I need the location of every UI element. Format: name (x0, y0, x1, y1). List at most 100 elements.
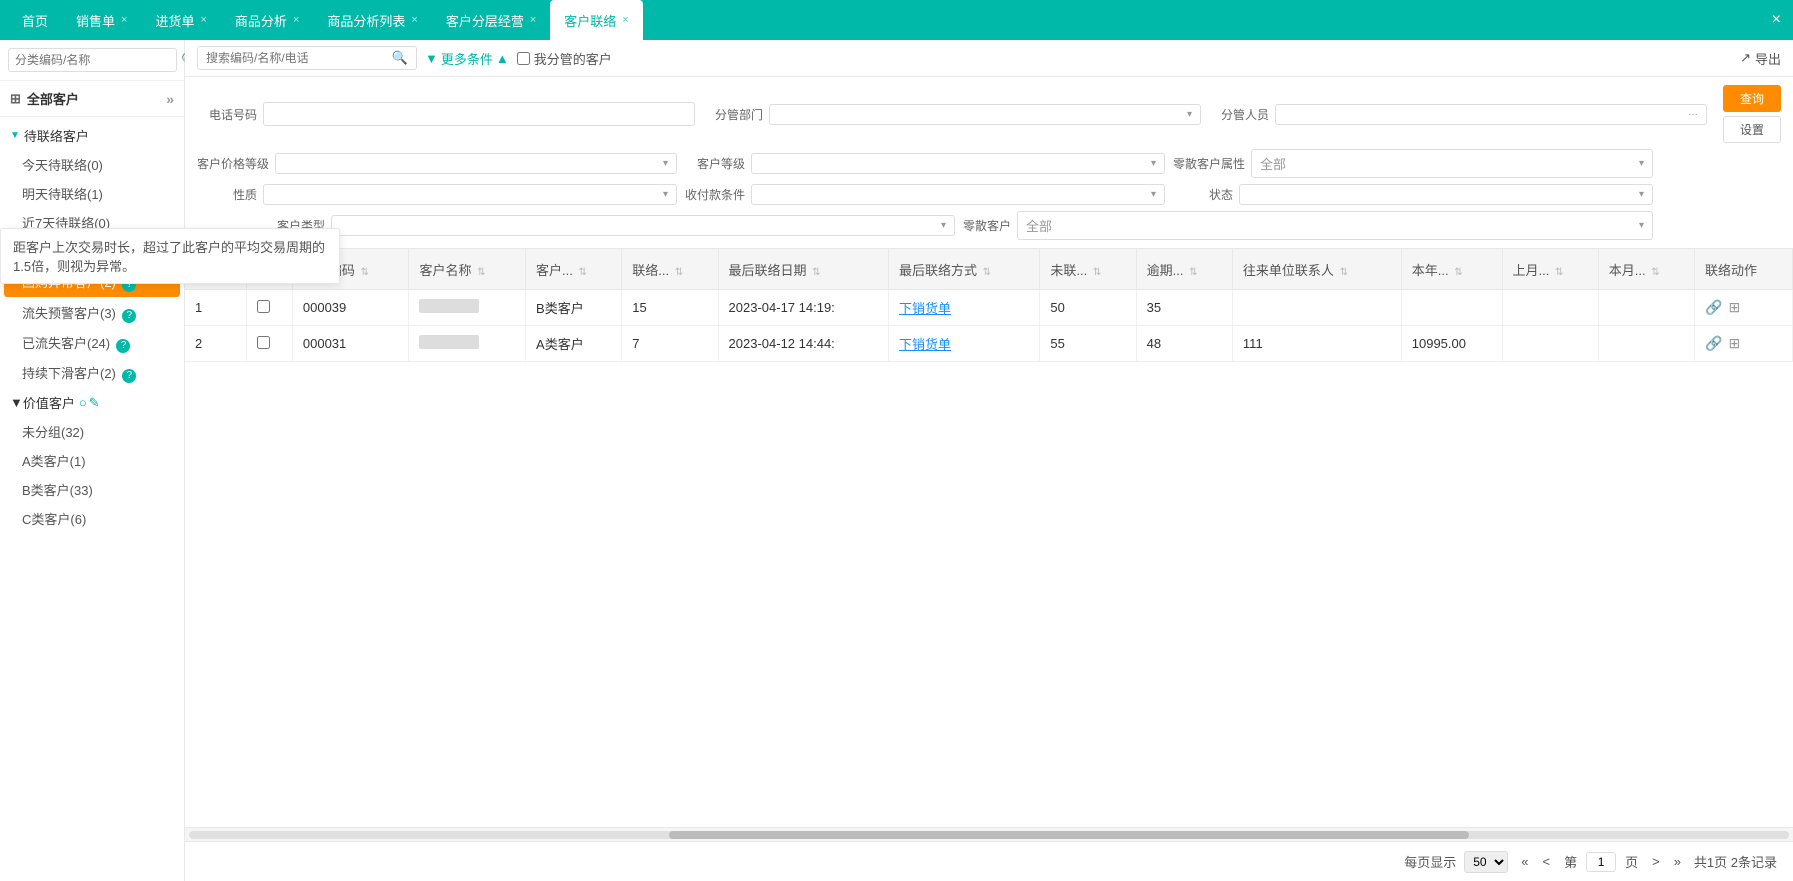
col-this-month-sort[interactable]: ⇅ (1651, 267, 1659, 278)
sidebar-item-churn-warning[interactable]: 流失预警客户(3) ? (0, 298, 184, 328)
price-level-select[interactable]: ▾ (275, 153, 677, 174)
col-uncontact-sort[interactable]: ⇅ (1093, 267, 1101, 278)
export-btn[interactable]: ↗ 导出 (1740, 49, 1781, 68)
col-this-year-sort[interactable]: ⇅ (1454, 267, 1462, 278)
table-row: 1 000039 B类客户 15 2023-04-17 14:19: 下销货单 … (185, 290, 1793, 326)
pending-group-label: 待联络客户 (24, 126, 89, 145)
nav-item-customer-tier[interactable]: 客户分层经营 × (432, 0, 550, 40)
nav-label-customer-contact: 客户联络 (564, 11, 616, 30)
col-overdue-sort[interactable]: ⇅ (1189, 267, 1197, 278)
action-link-icon[interactable]: 🔗 (1705, 299, 1722, 316)
person-select[interactable]: ··· (1275, 104, 1707, 125)
col-contact-person-sort[interactable]: ⇅ (1340, 267, 1348, 278)
filter-person: 分管人员 ··· (1209, 104, 1707, 125)
nav-close-product-list[interactable]: × (411, 14, 417, 26)
row-checkbox[interactable] (247, 326, 293, 362)
nav-close-product-analysis[interactable]: × (293, 14, 299, 26)
retail-customer-select[interactable]: 全部 ▾ (1017, 211, 1653, 240)
filter-row-4: ... 客户类型 ▾ 零散客户 全部 ▾ (197, 211, 1781, 240)
action-menu-icon[interactable]: ⊞ (1728, 299, 1740, 316)
col-type-sort[interactable]: ⇅ (579, 267, 587, 278)
prev-page-btn[interactable]: < (1537, 852, 1555, 871)
horizontal-scrollbar[interactable] (185, 827, 1793, 841)
col-contact-sort[interactable]: ⇅ (675, 267, 683, 278)
last-page-btn[interactable]: » (1669, 852, 1686, 871)
nav-close-customer-tier[interactable]: × (530, 14, 536, 26)
sidebar-item-churned[interactable]: 已流失客户(24) ? (0, 328, 184, 358)
row-code: 000039 (292, 290, 409, 326)
nav-item-sales[interactable]: 销售单 × (62, 0, 141, 40)
phone-input[interactable] (263, 102, 695, 126)
action-link-icon[interactable]: 🔗 (1705, 335, 1722, 352)
sidebar-value-group[interactable]: ▼ 价值客户 ○ ✎ (0, 388, 184, 417)
nav-item-product-analysis[interactable]: 商品分析 × (221, 0, 313, 40)
value-group-add-icon[interactable]: ✎ (89, 395, 100, 411)
page-nav: « < 第 页 > » (1516, 850, 1686, 873)
filter-phone: 电话号码 (197, 102, 695, 126)
sidebar-search-input[interactable] (8, 48, 177, 72)
query-btn[interactable]: 查询 (1723, 85, 1781, 112)
row-actions: 🔗 ⊞ (1695, 326, 1793, 362)
gender-select[interactable]: ▾ (263, 184, 677, 205)
col-name-sort[interactable]: ⇅ (477, 267, 485, 278)
search-box: 🔍 (197, 46, 417, 70)
last-method-link[interactable]: 下销货单 (899, 337, 951, 352)
per-page-select[interactable]: 50 (1464, 851, 1508, 873)
col-last-method-sort[interactable]: ⇅ (983, 267, 991, 278)
page-number-input[interactable] (1586, 852, 1616, 872)
nav-close-purchase[interactable]: × (200, 14, 206, 26)
declining-info-icon[interactable]: ? (122, 369, 136, 383)
dept-select[interactable]: ▾ (769, 104, 1201, 125)
row-checkbox[interactable] (247, 290, 293, 326)
settings-btn[interactable]: 设置 (1723, 116, 1781, 143)
nav-item-customer-contact[interactable]: 客户联络 × (550, 0, 642, 40)
sidebar-all-customers-header[interactable]: ⊞ 全部客户 » (0, 81, 184, 117)
nav-close-sales[interactable]: × (121, 14, 127, 26)
sidebar-collapse-btn[interactable]: » (166, 91, 174, 107)
col-contact-count-label: 联络... (632, 263, 669, 278)
churned-info-icon[interactable]: ? (116, 339, 130, 353)
col-last-date-sort[interactable]: ⇅ (812, 267, 820, 278)
customer-type-select[interactable]: ▾ (331, 215, 955, 236)
next-page-btn[interactable]: > (1647, 852, 1665, 871)
action-menu-icon[interactable]: ⊞ (1728, 335, 1740, 352)
value-group-edit-icon[interactable]: ○ (79, 395, 87, 410)
last-method-link[interactable]: 下销货单 (899, 301, 951, 316)
payment-select[interactable]: ▾ (751, 184, 1165, 205)
churn-warning-info-icon[interactable]: ? (122, 309, 136, 323)
sidebar-item-declining[interactable]: 持续下滑客户(2) ? (0, 358, 184, 388)
first-page-btn[interactable]: « (1516, 852, 1533, 871)
sidebar-item-tomorrow[interactable]: 明天待联络(1) (0, 179, 184, 208)
nav-item-home[interactable]: 首页 (8, 0, 62, 40)
nav-item-product-list[interactable]: 商品分析列表 × (313, 0, 431, 40)
filter-buttons: 查询 设置 (1715, 85, 1781, 143)
nav-item-purchase[interactable]: 进货单 × (141, 0, 220, 40)
row-type: B类客户 (526, 290, 622, 326)
filter-row-1: 电话号码 分管部门 ▾ 分管人员 ··· (197, 85, 1781, 143)
retail-attr-select[interactable]: 全部 ▾ (1251, 149, 1653, 178)
scrollbar-thumb[interactable] (669, 831, 1469, 839)
pending-arrow-icon: ▼ (10, 130, 20, 141)
sidebar-item-type-c[interactable]: C类客户(6) (0, 504, 184, 533)
page-unit: 页 (1620, 850, 1643, 873)
filter-gender: 性质 ▾ (197, 184, 677, 205)
col-last-month-sort[interactable]: ⇅ (1555, 267, 1563, 278)
sidebar-pending-group[interactable]: ▼ 待联络客户 (0, 121, 184, 150)
more-conditions-btn[interactable]: ▼ 更多条件 ▲ (425, 49, 509, 68)
col-code-sort[interactable]: ⇅ (361, 267, 369, 278)
status-select[interactable]: ▾ (1239, 184, 1653, 205)
sidebar-item-type-a[interactable]: A类客户(1) (0, 446, 184, 475)
search-input[interactable] (206, 51, 392, 65)
sidebar-item-type-b[interactable]: B类客户(33) (0, 475, 184, 504)
toolbar-search-icon[interactable]: 🔍 (392, 50, 408, 66)
nav-label-product-analysis: 商品分析 (235, 11, 287, 30)
customer-level-select[interactable]: ▾ (751, 153, 1165, 174)
col-last-date-label: 最后联络日期 (729, 263, 807, 278)
sidebar-item-unclassified[interactable]: 未分组(32) (0, 417, 184, 446)
sidebar-all-customers-label: 全部客户 (27, 89, 79, 108)
sidebar-item-today[interactable]: 今天待联络(0) (0, 150, 184, 179)
nav-close-customer-contact[interactable]: × (622, 14, 628, 26)
window-close-button[interactable]: × (1772, 11, 1781, 29)
my-customers-checkbox[interactable] (517, 52, 530, 65)
customer-type-arrow: ▾ (941, 220, 946, 231)
